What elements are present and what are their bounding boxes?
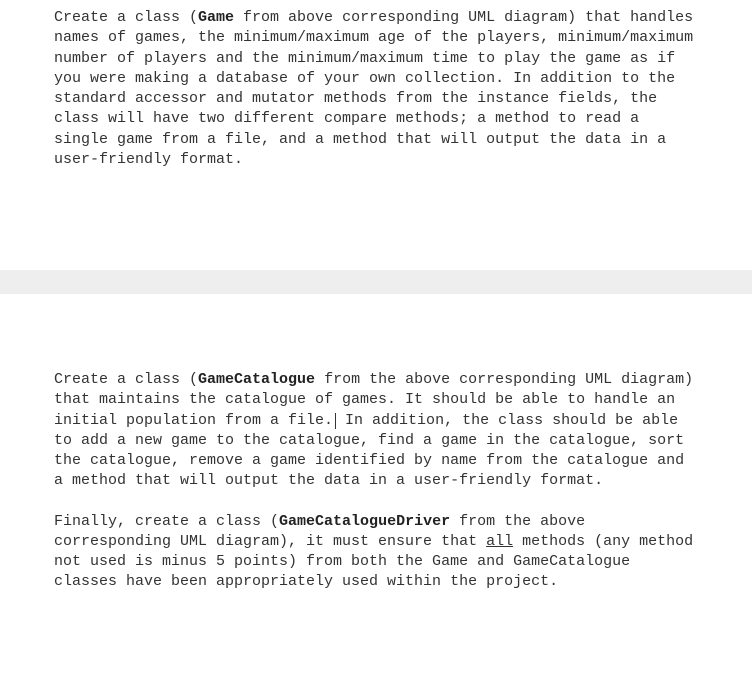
bold-class-name-game: Game — [198, 9, 234, 26]
text: from above corresponding UML diagram) th… — [54, 9, 693, 168]
underlined-word-all: all — [486, 533, 513, 550]
bold-class-name-gamecataloguedriver: GameCatalogueDriver — [279, 513, 450, 530]
bold-class-name-gamecatalogue: GameCatalogue — [198, 371, 315, 388]
document-section-bottom: Create a class (GameCatalogue from the a… — [0, 294, 752, 611]
paragraph-game-class: Create a class (Game from above correspo… — [54, 8, 698, 170]
paragraph-gamecataloguedriver-class: Finally, create a class (GameCatalogueDr… — [54, 512, 698, 593]
section-divider — [0, 270, 752, 294]
document-section-top: Create a class (Game from above correspo… — [0, 0, 752, 270]
text: Finally, create a class ( — [54, 513, 279, 530]
text: Create a class ( — [54, 9, 198, 26]
paragraph-gamecatalogue-class: Create a class (GameCatalogue from the a… — [54, 370, 698, 492]
text: Create a class ( — [54, 371, 198, 388]
